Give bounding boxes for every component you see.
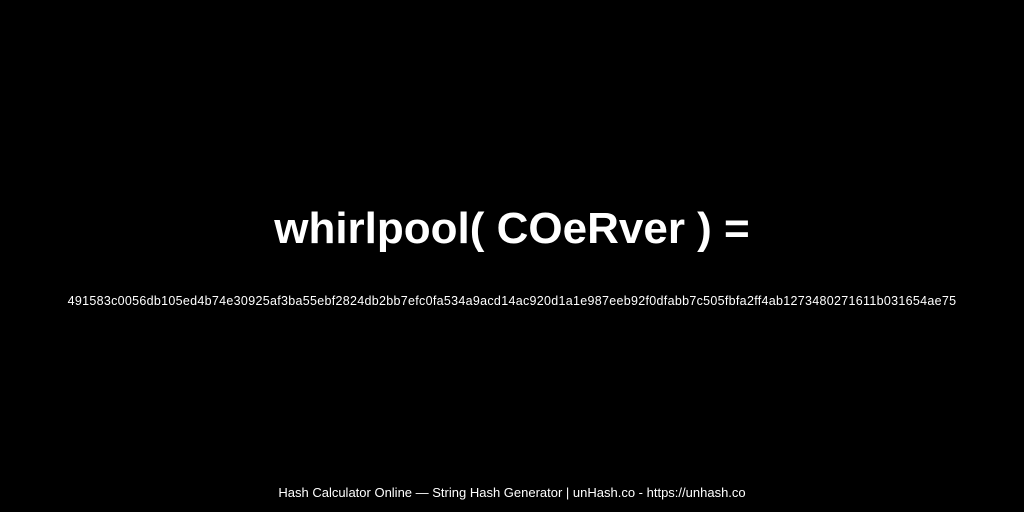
- hash-output: 491583c0056db105ed4b74e30925af3ba55ebf28…: [68, 294, 957, 308]
- hash-expression: whirlpool( COeRver ) =: [274, 204, 750, 254]
- main-content: whirlpool( COeRver ) = 491583c0056db105e…: [0, 0, 1024, 512]
- footer-text: Hash Calculator Online — String Hash Gen…: [0, 485, 1024, 500]
